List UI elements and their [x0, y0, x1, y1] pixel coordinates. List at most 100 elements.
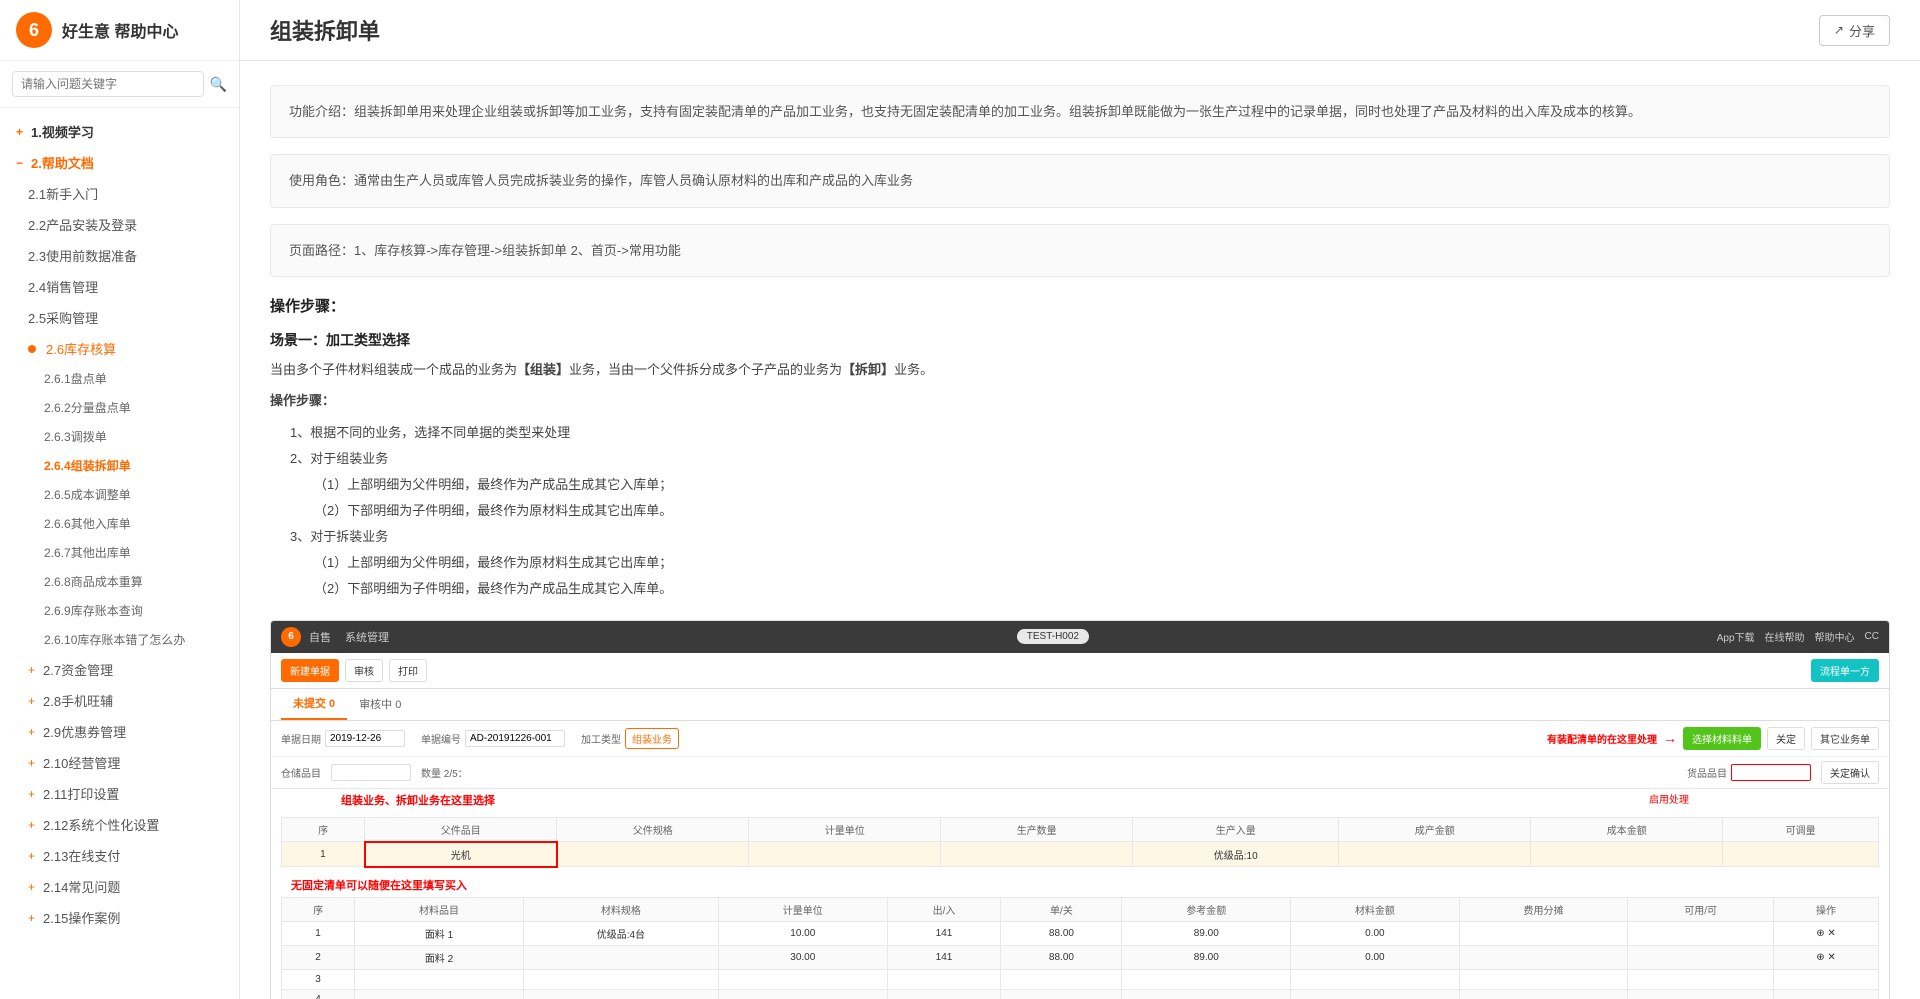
search-box: 🔍 [0, 61, 239, 108]
mock-count-label: 数量 2/5： [421, 765, 468, 780]
mock-confirm-btn: 关定 [1767, 727, 1805, 750]
sidebar: 6 好生意 帮助中心 🔍 + 1.视频学习 − 2.帮助文档 2.1新手入门 2… [0, 0, 240, 999]
nav-item-1[interactable]: + 1.视频学习 [0, 116, 239, 147]
steps-list: 1、根据不同的业务，选择不同单据的类型来处理 2、对于组装业务 （1）上部明细为… [290, 420, 1890, 602]
mock-nav-item-1: 自售 [309, 629, 331, 645]
nav-item-2-6-7[interactable]: 2.6.7其他出库单 [0, 538, 239, 567]
sidebar-header: 6 好生意 帮助中心 [0, 0, 239, 61]
nav-item-2-3[interactable]: 2.3使用前数据准备 [0, 240, 239, 271]
screenshot-mock: 6 自售 系统管理 TEST-H002 App下载 在线帮助 帮助中心 CC [271, 621, 1889, 999]
mock-cell: 141 [887, 945, 1001, 969]
nav-item-2-11[interactable]: + 2.11打印设置 [0, 778, 239, 809]
nav-label: 2.10经营管理 [43, 753, 120, 772]
step-2-1: （1）上部明细为父件明细，最终作为产成品生成其它入库单； [314, 472, 1890, 498]
nav-item-2-6-1[interactable]: 2.6.1盘点单 [0, 364, 239, 393]
annotation-enable-text: 启用处理 [1649, 791, 1689, 806]
mock-type-value: 组装业务 [625, 728, 679, 749]
mock-cell: 89.00 [1122, 921, 1291, 945]
nav-item-2-6-6[interactable]: 2.6.6其他入库单 [0, 509, 239, 538]
mock-date-label: 单据日期 [281, 731, 321, 746]
page-title: 组装拆卸单 [270, 14, 380, 46]
mock-num-label: 单据编号 [421, 731, 461, 746]
nav-label: 2.2产品安装及登录 [28, 215, 137, 234]
mock-right-center: 帮助中心 [1815, 629, 1855, 644]
mock-tabs: 未提交 0 审核中 0 [271, 689, 1889, 721]
mock-cell: 141 [887, 921, 1001, 945]
mock-cell [1628, 921, 1774, 945]
share-button[interactable]: ↗ 分享 [1819, 15, 1890, 46]
function-intro-block: 功能介绍：组装拆卸单用来处理企业组装或拆卸等加工业务，支持有固定装配清单的产品加… [270, 85, 1890, 138]
steps-title: 操作步骤： [270, 389, 1890, 414]
step-3-1: （1）上部明细为父件明细，最终作为原材料生成其它出库单； [314, 550, 1890, 576]
nav-label: 2.14常见问题 [43, 877, 120, 896]
mock-date-field: 单据日期 [281, 730, 405, 747]
mock-app-bar: 6 自售 系统管理 TEST-H002 App下载 在线帮助 帮助中心 CC [271, 621, 1889, 653]
mock-tab-1: 未提交 0 [281, 689, 347, 720]
nav-label: 2.6.2分量盘点单 [44, 399, 131, 416]
nav-item-2-7[interactable]: + 2.7资金管理 [0, 654, 239, 685]
mock-cell: 30.00 [718, 945, 887, 969]
mock-lcol-ops: 操作 [1773, 897, 1878, 921]
nav-item-2-10[interactable]: + 2.10经营管理 [0, 747, 239, 778]
search-button[interactable]: 🔍 [210, 76, 227, 93]
nav-item-2-15[interactable]: + 2.15操作案例 [0, 902, 239, 933]
mock-cell [1628, 945, 1774, 969]
mock-lcol-unit: 计量单位 [718, 897, 887, 921]
nav-item-2-13[interactable]: + 2.13在线支付 [0, 840, 239, 871]
nav-item-2-2[interactable]: 2.2产品安装及登录 [0, 209, 239, 240]
mock-lcol-mat-spec: 材料规格 [523, 897, 718, 921]
mock-warehouse-label: 货品品目 [1687, 765, 1727, 780]
mock-cell [557, 842, 749, 867]
nav-item-2-6-3[interactable]: 2.6.3调拨单 [0, 422, 239, 451]
nav-item-2-6-2[interactable]: 2.6.2分量盘点单 [0, 393, 239, 422]
main-header: 组装拆卸单 ↗ 分享 [240, 0, 1920, 61]
nav-item-2[interactable]: − 2.帮助文档 [0, 147, 239, 178]
nav-item-2-4[interactable]: 2.4销售管理 [0, 271, 239, 302]
mock-lcol-fee: 费用分摊 [1459, 897, 1628, 921]
nav-item-2-14[interactable]: + 2.14常见问题 [0, 871, 239, 902]
mock-partner-label: 仓储品目 [281, 765, 321, 780]
mock-cell: 0.00 [1291, 921, 1460, 945]
nav-label: 2.帮助文档 [31, 153, 94, 172]
mock-cell: 88.00 [1001, 945, 1122, 969]
mock-cell: ⊕ ✕ [1773, 921, 1878, 945]
nav-item-2-6[interactable]: 2.6库存核算 [0, 333, 239, 364]
mock-cell: 89.00 [1122, 945, 1291, 969]
nav-item-2-8[interactable]: + 2.8手机旺辅 [0, 685, 239, 716]
expand-icon: + [28, 725, 35, 739]
mock-tab-2: 审核中 0 [347, 689, 413, 720]
mock-col-cost2: 成本金额 [1531, 817, 1723, 842]
nav-item-2-5[interactable]: 2.5采购管理 [0, 302, 239, 333]
mock-cell: 2 [282, 945, 355, 969]
nav-label: 2.4销售管理 [28, 277, 98, 296]
mock-col-adj: 可调量 [1723, 817, 1879, 842]
nav-item-2-6-8[interactable]: 2.6.8商品成本重算 [0, 567, 239, 596]
mock-lower-row-3: 3 [282, 969, 1879, 989]
operations-title: 操作步骤： [270, 295, 1890, 316]
mock-lcol-avail: 可用/可 [1628, 897, 1774, 921]
search-input[interactable] [12, 71, 204, 97]
nav-item-2-12[interactable]: + 2.12系统个性化设置 [0, 809, 239, 840]
mock-lower-row-4: 4 [282, 989, 1879, 999]
mock-cell: ⊕ ✕ [1773, 945, 1878, 969]
nav-item-2-6-5[interactable]: 2.6.5成本调整单 [0, 480, 239, 509]
mock-lower-table-container: 无固定清单可以随便在这里填写买入 序 材料品目 材料规格 计量单位 出/入 单/… [271, 872, 1889, 999]
nav-label: 2.1新手入门 [28, 184, 98, 203]
nav-label: 1.视频学习 [31, 122, 94, 141]
mock-cell [523, 945, 718, 969]
mock-cell: 面料 2 [355, 945, 524, 969]
nav-item-2-6-9[interactable]: 2.6.9库存账本查询 [0, 596, 239, 625]
nav-label: 2.12系统个性化设置 [43, 815, 159, 834]
mock-form-row: 单据日期 单据编号 加工类型 组装业务 有装配清单的在这里处理 → [271, 721, 1889, 757]
nav-item-2-9[interactable]: + 2.9优惠券管理 [0, 716, 239, 747]
nav-label: 2.5采购管理 [28, 308, 98, 327]
mock-date-input [325, 730, 405, 747]
nav-item-2-1[interactable]: 2.1新手入门 [0, 178, 239, 209]
mock-col-parent-name: 父件品目 [365, 817, 557, 842]
nav-label: 2.6.6其他入库单 [44, 515, 131, 532]
nav-label: 2.11打印设置 [43, 784, 119, 803]
mock-print-btn: 打印 [389, 659, 427, 682]
main-content: 组装拆卸单 ↗ 分享 功能介绍：组装拆卸单用来处理企业组装或拆卸等加工业务，支持… [240, 0, 1920, 999]
nav-item-2-6-4[interactable]: 2.6.4组装拆卸单 [0, 451, 239, 480]
nav-item-2-6-10[interactable]: 2.6.10库存账本错了怎么办 [0, 625, 239, 654]
